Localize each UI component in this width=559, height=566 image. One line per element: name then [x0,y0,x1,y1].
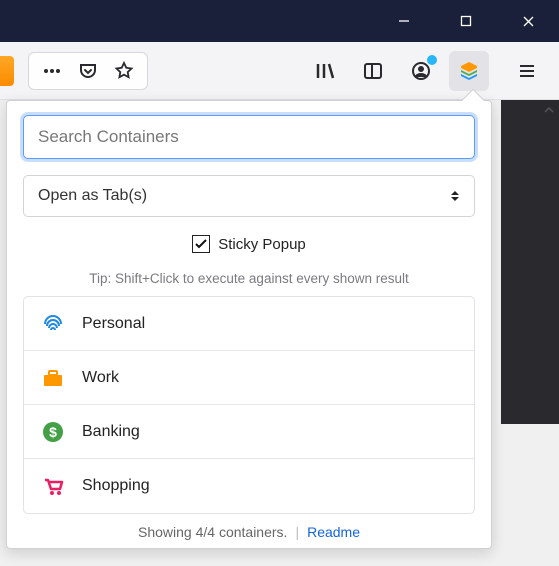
more-button[interactable] [39,58,65,84]
notification-dot-icon [427,55,437,65]
scroll-up-button[interactable] [542,103,556,117]
container-item-shopping[interactable]: Shopping [24,459,474,513]
containers-extension-button[interactable] [449,51,489,91]
account-button[interactable] [401,51,441,91]
container-indicator [0,56,14,86]
checkmark-icon [194,237,208,251]
tip-text: Tip: Shift+Click to execute against ever… [7,259,491,296]
cart-icon [38,471,68,501]
svg-text:$: $ [49,424,57,440]
sidebar-icon [362,60,384,82]
sticky-popup-label: Sticky Popup [218,236,306,253]
sticky-checkbox[interactable] [192,235,210,253]
page-actions-group [28,52,148,90]
fingerprint-icon [38,309,68,339]
popup-footer: Showing 4/4 containers. | Readme [7,514,491,542]
page-background-dark [501,100,559,424]
library-icon [314,60,336,82]
container-item-personal[interactable]: Personal [24,297,474,351]
container-item-banking[interactable]: $ Banking [24,405,474,459]
close-icon [522,15,535,28]
minimize-icon [398,15,410,27]
app-menu-button[interactable] [507,51,547,91]
dollar-icon: $ [38,417,68,447]
chevron-up-icon [544,105,554,115]
select-arrows-icon [450,190,460,202]
open-action-select[interactable]: Open as Tab(s) [23,175,475,217]
containers-popup: Open as Tab(s) Sticky Popup Tip: Shift+C… [6,100,492,549]
minimize-button[interactable] [373,0,435,42]
close-button[interactable] [497,0,559,42]
open-action-label: Open as Tab(s) [38,187,147,205]
containers-list: Personal Work $ Banking Shopping [23,296,475,514]
container-item-work[interactable]: Work [24,351,474,405]
library-button[interactable] [305,51,345,91]
separator: | [295,524,299,540]
more-icon [41,60,63,82]
window-titlebar [0,0,559,42]
readme-link[interactable]: Readme [307,524,360,540]
container-label: Banking [82,423,140,441]
maximize-icon [460,15,472,27]
sticky-popup-toggle[interactable]: Sticky Popup [7,223,491,259]
footer-status: Showing 4/4 containers. [138,524,287,540]
maximize-button[interactable] [435,0,497,42]
container-label: Personal [82,315,145,333]
star-icon [113,60,135,82]
bookmark-button[interactable] [111,58,137,84]
briefcase-icon [38,363,68,393]
container-label: Shopping [82,477,150,495]
sidebar-button[interactable] [353,51,393,91]
pocket-button[interactable] [75,58,101,84]
search-containers-input[interactable] [23,115,475,159]
container-label: Work [82,369,119,387]
menu-icon [517,61,537,81]
containers-icon [457,59,481,83]
pocket-icon [77,60,99,82]
